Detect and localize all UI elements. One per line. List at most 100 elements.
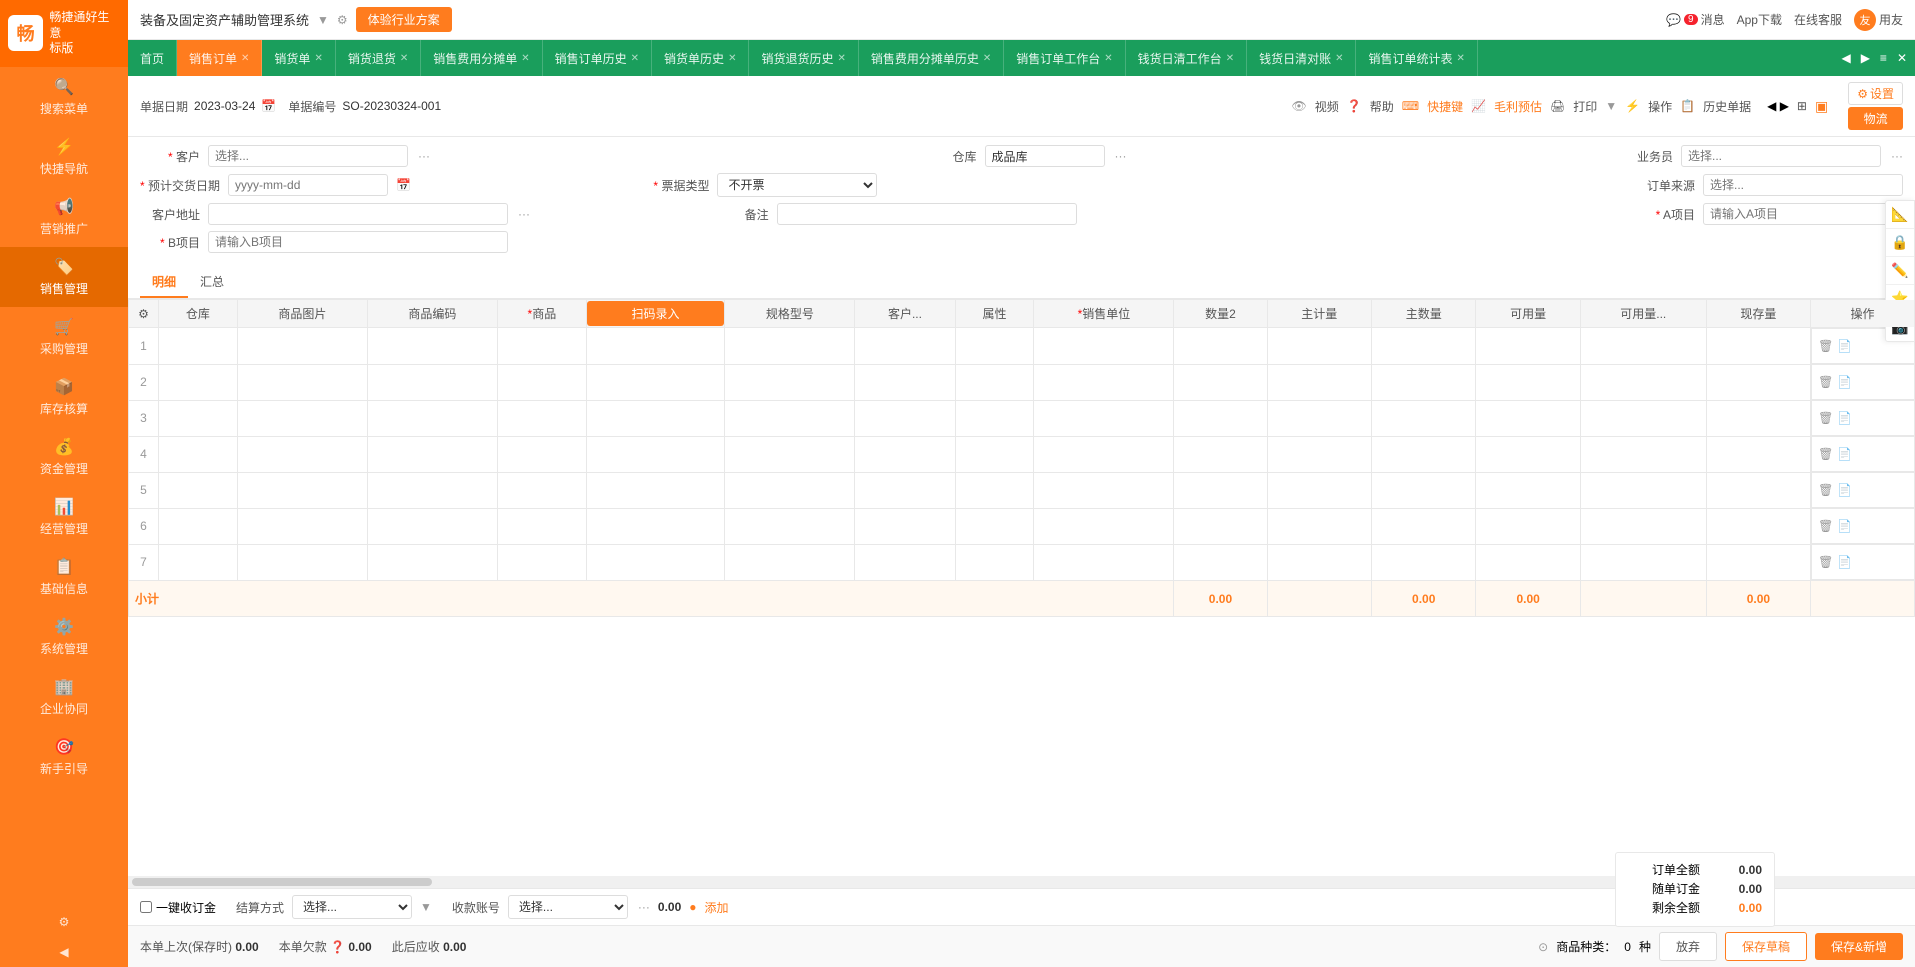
tab-close-icon[interactable]: ✕ bbox=[241, 53, 249, 64]
delete-row-icon[interactable]: 🗑 bbox=[1818, 555, 1833, 569]
sidebar-item-finance[interactable]: 💰 资金管理 bbox=[0, 427, 128, 487]
one-click-confirm-check[interactable] bbox=[140, 901, 152, 913]
sidebar-item-inventory[interactable]: 📦 库存核算 bbox=[0, 367, 128, 427]
account-ellipsis[interactable]: ··· bbox=[638, 900, 650, 914]
row-product[interactable] bbox=[497, 328, 586, 365]
tab-close-icon[interactable]: ✕ bbox=[314, 53, 322, 64]
delivery-date-input[interactable] bbox=[228, 174, 388, 196]
print-label[interactable]: 打印 bbox=[1573, 98, 1597, 115]
row-qty2[interactable] bbox=[1174, 328, 1267, 365]
sidebar-item-sales[interactable]: 🏷️ 销售管理 bbox=[0, 247, 128, 307]
b-project-input[interactable] bbox=[208, 231, 508, 253]
add-logistics-btn[interactable]: 物流 bbox=[1848, 107, 1903, 130]
sidebar-item-guide[interactable]: 🎯 新手引导 bbox=[0, 727, 128, 787]
tab-sales-return[interactable]: 销货单 ✕ bbox=[262, 40, 335, 76]
delete-row-icon[interactable]: 🗑 bbox=[1818, 411, 1833, 425]
row-warehouse[interactable] bbox=[159, 328, 238, 365]
row-spec[interactable] bbox=[725, 328, 855, 365]
tab-close-icon[interactable]: ✕ bbox=[631, 53, 639, 64]
tab-close-icon[interactable]: ✕ bbox=[1335, 53, 1343, 64]
tab-sales-refund[interactable]: 销货退货 ✕ bbox=[336, 40, 421, 76]
sidebar-item-marketing[interactable]: 📢 营销推广 bbox=[0, 187, 128, 247]
tab-close-icon[interactable]: ✕ bbox=[521, 53, 529, 64]
tab-close-icon[interactable]: ✕ bbox=[837, 53, 845, 64]
row-product-code[interactable] bbox=[367, 328, 497, 365]
add-btn[interactable]: 添加 bbox=[705, 899, 729, 916]
right-icon-ruler[interactable]: 📐 bbox=[1886, 201, 1914, 229]
tab-home[interactable]: 首页 bbox=[128, 40, 177, 76]
one-click-confirm-checkbox[interactable]: 一键收订金 bbox=[140, 899, 216, 916]
copy-row-icon[interactable]: 📄 bbox=[1837, 483, 1852, 497]
tab-sales-fee-history[interactable]: 销售费用分摊单历史 ✕ bbox=[859, 40, 1004, 76]
row-customer-code[interactable] bbox=[855, 328, 955, 365]
nav-close-all-icon[interactable]: ✕ bbox=[1893, 49, 1911, 67]
calendar-icon-2[interactable]: 📅 bbox=[396, 178, 411, 192]
tab-detail[interactable]: 明细 bbox=[140, 267, 188, 298]
tab-close-icon[interactable]: ✕ bbox=[1226, 53, 1234, 64]
save-draft-btn[interactable]: 保存草稿 bbox=[1725, 932, 1807, 961]
calendar-icon[interactable]: 📅 bbox=[261, 99, 276, 113]
sidebar-item-basic[interactable]: 📋 基础信息 bbox=[0, 547, 128, 607]
copy-row-icon[interactable]: 📄 bbox=[1837, 519, 1852, 533]
tab-sales-fee-split[interactable]: 销售费用分摊单 ✕ bbox=[421, 40, 542, 76]
profit-label[interactable]: 毛利预估 bbox=[1494, 98, 1542, 115]
tab-summary[interactable]: 汇总 bbox=[188, 267, 236, 298]
right-icon-lock[interactable]: 🔒 bbox=[1886, 229, 1914, 257]
copy-row-icon[interactable]: 📄 bbox=[1837, 555, 1852, 569]
address-ellipsis[interactable]: ··· bbox=[518, 207, 530, 221]
user-avatar[interactable]: 友 用友 bbox=[1854, 9, 1903, 31]
order-source-input[interactable] bbox=[1703, 174, 1903, 196]
history-label[interactable]: 历史单据 bbox=[1703, 98, 1751, 115]
tab-sales-order-history[interactable]: 销售订单历史 ✕ bbox=[543, 40, 652, 76]
a-project-input[interactable] bbox=[1703, 203, 1903, 225]
nav-next-icon[interactable]: ▶ bbox=[1857, 49, 1874, 67]
settings-icon[interactable]: ⚙ bbox=[337, 13, 348, 27]
sidebar-item-search[interactable]: 🔍 搜索菜单 bbox=[0, 67, 128, 127]
delete-row-icon[interactable]: 🗑 bbox=[1818, 483, 1833, 497]
sidebar-item-operations[interactable]: 📊 经营管理 bbox=[0, 487, 128, 547]
help-label[interactable]: 帮助 bbox=[1370, 98, 1394, 115]
tab-sales-stats[interactable]: 销售订单统计表 ✕ bbox=[1356, 40, 1477, 76]
table-view-icon[interactable]: ⊞ bbox=[1797, 99, 1807, 113]
tab-close-icon[interactable]: ✕ bbox=[1457, 53, 1465, 64]
sidebar-collapse-btn[interactable]: ◀ bbox=[0, 937, 128, 967]
tab-close-icon[interactable]: ✕ bbox=[1104, 53, 1112, 64]
settings-panel-btn[interactable]: ⚙ 设置 bbox=[1848, 82, 1903, 105]
form-view-icon[interactable]: ▣ bbox=[1815, 98, 1828, 115]
tab-sales-order[interactable]: 销售订单 ✕ bbox=[177, 40, 262, 76]
copy-row-icon[interactable]: 📄 bbox=[1837, 411, 1852, 425]
app-download-btn[interactable]: App下载 bbox=[1737, 11, 1782, 28]
horizontal-scrollbar[interactable] bbox=[132, 878, 432, 886]
sidebar-item-system[interactable]: ⚙️ 系统管理 bbox=[0, 607, 128, 667]
solution-btn[interactable]: 体验行业方案 bbox=[356, 7, 452, 32]
online-service-btn[interactable]: 在线客服 bbox=[1794, 11, 1842, 28]
tab-cash-reconcile[interactable]: 钱货日清对账 ✕ bbox=[1247, 40, 1356, 76]
tab-sales-order-workbench[interactable]: 销售订单工作台 ✕ bbox=[1004, 40, 1125, 76]
delete-row-icon[interactable]: 🗑 bbox=[1818, 339, 1833, 353]
salesperson-ellipsis[interactable]: ··· bbox=[1891, 149, 1903, 163]
delete-row-icon[interactable]: 🗑 bbox=[1818, 447, 1833, 461]
view-label[interactable]: 视频 bbox=[1315, 98, 1339, 115]
copy-row-icon[interactable]: 📄 bbox=[1837, 447, 1852, 461]
sidebar-settings-btn[interactable]: ⚙ bbox=[0, 907, 128, 937]
col-scan[interactable]: 扫码录入 bbox=[586, 300, 725, 328]
row-attr[interactable] bbox=[955, 328, 1034, 365]
message-btn[interactable]: 💬 9 消息 bbox=[1666, 11, 1725, 28]
account-select[interactable]: 选择... bbox=[508, 895, 628, 919]
customer-address-input[interactable] bbox=[208, 203, 508, 225]
customer-input[interactable] bbox=[208, 145, 408, 167]
sidebar-item-quicknav[interactable]: ⚡ 快捷导航 bbox=[0, 127, 128, 187]
copy-row-icon[interactable]: 📄 bbox=[1837, 339, 1852, 353]
tab-close-icon[interactable]: ✕ bbox=[400, 53, 408, 64]
row-sales-unit[interactable] bbox=[1034, 328, 1174, 365]
customer-ellipsis[interactable]: ··· bbox=[418, 149, 430, 163]
row-main-qty[interactable] bbox=[1371, 328, 1475, 365]
delete-row-icon[interactable]: 🗑 bbox=[1818, 375, 1833, 389]
operation-label[interactable]: 操作 bbox=[1648, 98, 1672, 115]
remark-input[interactable] bbox=[777, 203, 1077, 225]
tab-sales-return-history[interactable]: 销货单历史 ✕ bbox=[652, 40, 749, 76]
shortcut-label[interactable]: 快捷键 bbox=[1427, 98, 1463, 115]
delete-row-icon[interactable]: 🗑 bbox=[1818, 519, 1833, 533]
warehouse-ellipsis[interactable]: ··· bbox=[1115, 149, 1127, 163]
sidebar-item-enterprise[interactable]: 🏢 企业协同 bbox=[0, 667, 128, 727]
